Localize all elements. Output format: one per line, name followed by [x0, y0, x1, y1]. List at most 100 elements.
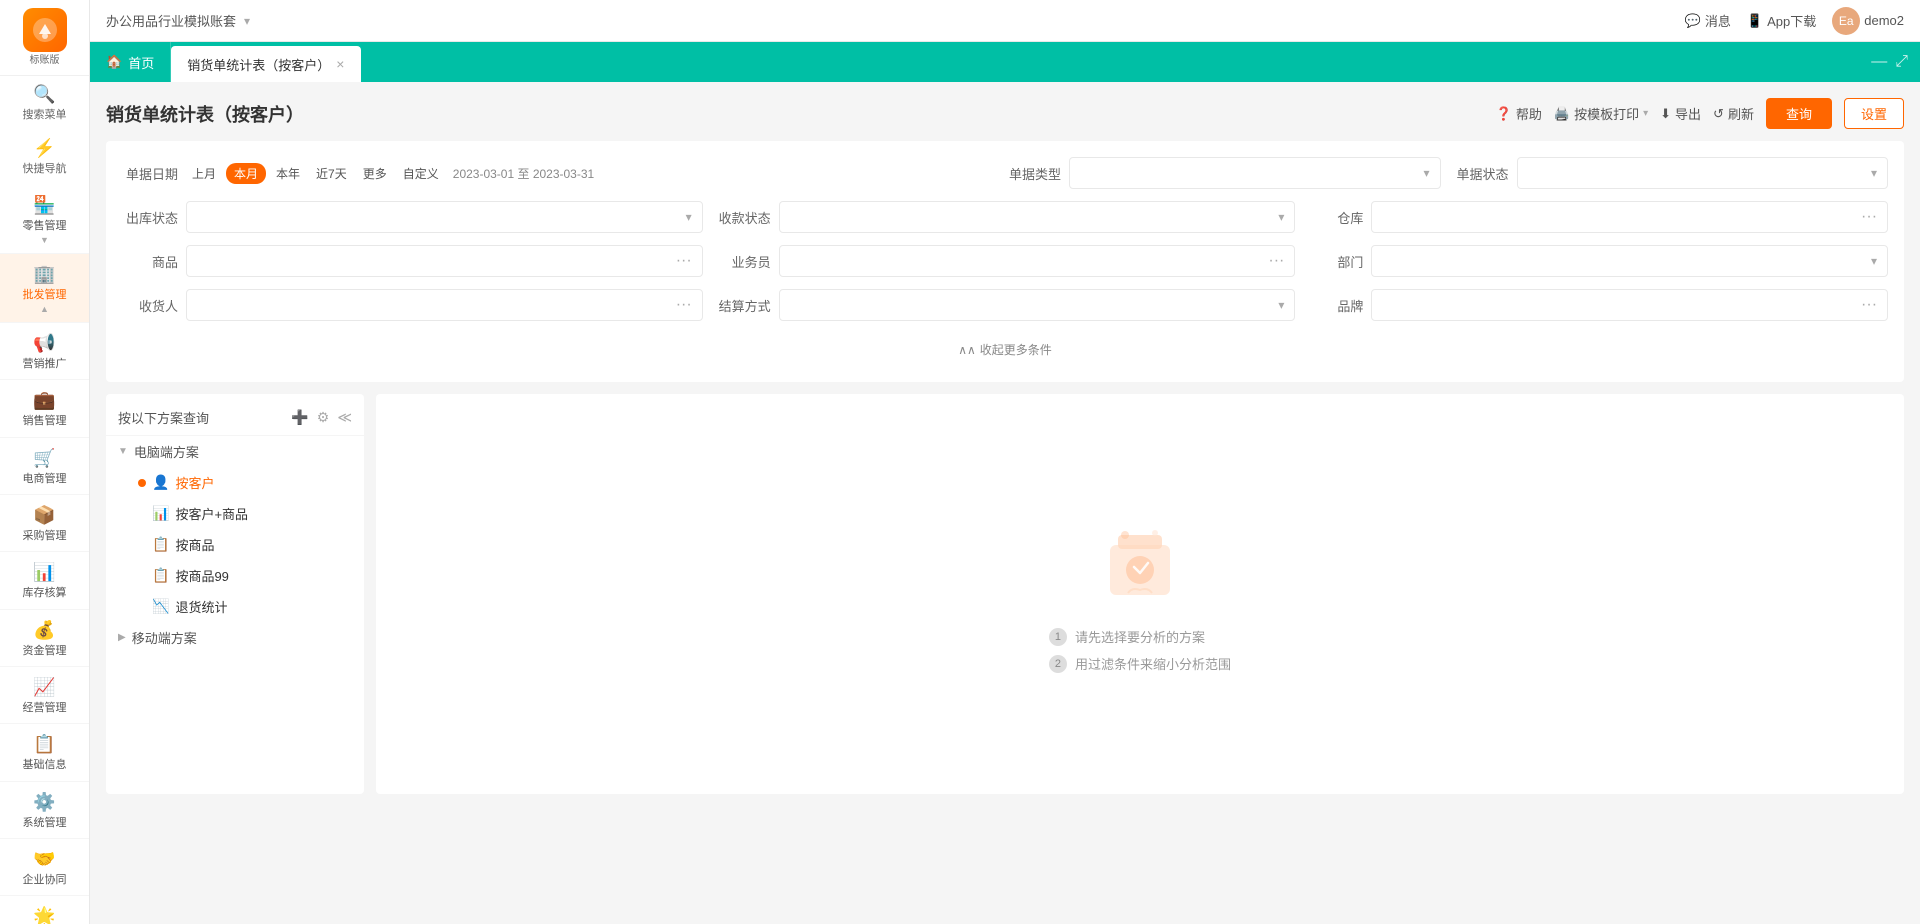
add-scheme-button[interactable]: ➕: [291, 409, 308, 426]
sidebar-item-marketing[interactable]: 📢 营销推广: [0, 323, 89, 380]
message-button[interactable]: 💬 消息: [1685, 11, 1731, 30]
receiver-select[interactable]: ···: [186, 289, 703, 321]
print-icon: 🖨️: [1554, 106, 1570, 122]
sidebar-item-finance[interactable]: 💰 资金管理: [0, 610, 89, 667]
settings-scheme-button[interactable]: ⚙: [317, 409, 330, 426]
query-button[interactable]: 查询: [1766, 98, 1832, 129]
date-filter-control[interactable]: 上月 本月 本年 近7天 更多 自定义 2023-03-01 至 2023-03…: [186, 163, 993, 184]
tree-group-mobile[interactable]: ▶ 移动端方案: [106, 622, 364, 653]
search-icon: 🔍: [33, 84, 55, 105]
sidebar-item-basic[interactable]: 📋 基础信息: [0, 724, 89, 781]
outstatus-select[interactable]: ▾: [186, 201, 703, 233]
help-icon: ❓: [1496, 106, 1512, 122]
collapse-bar[interactable]: ∧∧ 收起更多条件: [122, 333, 1888, 366]
page-actions: ❓ 帮助 🖨️ 按模板打印 ▾ ⬇ 导出 ↺ 刷新: [1496, 98, 1904, 129]
tree-item-by-customer[interactable]: 👤 按客户: [126, 467, 364, 498]
sidebar-item-stock[interactable]: 📊 库存核算: [0, 552, 89, 609]
collapse-panel-button[interactable]: ≪: [337, 409, 352, 426]
hint-num-1: 1: [1049, 628, 1067, 646]
goods-more-icon[interactable]: ···: [676, 252, 692, 270]
sidebar-item-operation[interactable]: 📈 经营管理: [0, 667, 89, 724]
sidebar-item-enterprise[interactable]: 🤝 企业协同: [0, 839, 89, 896]
sidebar-item-sales[interactable]: 💼 销售管理: [0, 380, 89, 437]
date-tab-more[interactable]: 更多: [357, 163, 393, 184]
warehouse-more-icon[interactable]: ···: [1861, 208, 1877, 226]
status-label: 单据状态: [1453, 164, 1509, 183]
sidebar-search-item[interactable]: 🔍 搜索菜单: [0, 76, 89, 130]
date-tab-custom[interactable]: 自定义: [397, 163, 445, 184]
refresh-button[interactable]: ↺ 刷新: [1713, 104, 1754, 123]
body-area: 按以下方案查询 ➕ ⚙ ≪ ▼ 电脑端方案: [106, 394, 1904, 794]
filter-status-item: 单据状态 ▾: [1453, 157, 1889, 189]
sidebar-item-ecommerce[interactable]: 🛒 电商管理: [0, 438, 89, 495]
home-icon: 🏠: [106, 54, 122, 70]
tree-item-by-customer-goods[interactable]: 📊 按客户+商品: [126, 498, 364, 529]
tab-close-button[interactable]: ×: [336, 56, 344, 72]
empty-state: 1 请先选择要分析的方案 2 用过滤条件来缩小分析范围: [1049, 455, 1231, 733]
message-label: 消息: [1705, 11, 1731, 30]
nav-icon: ⚡: [33, 138, 55, 159]
print-button[interactable]: 🖨️ 按模板打印 ▾: [1554, 104, 1648, 123]
goods-select[interactable]: ···: [186, 245, 703, 277]
tab-maximize-button[interactable]: ⤢: [1895, 53, 1908, 71]
basic-icon: 📋: [33, 734, 55, 755]
app-download-button[interactable]: 📱 App下载: [1747, 11, 1816, 30]
date-tab-this-year[interactable]: 本年: [270, 163, 306, 184]
active-indicator: [138, 479, 146, 487]
receiver-more-icon[interactable]: ···: [676, 296, 692, 314]
dept-select[interactable]: ▾: [1371, 245, 1888, 277]
sidebar-quicknav-label: 快捷导航: [23, 162, 67, 176]
outstatus-label: 出库状态: [122, 208, 178, 227]
filter-payment-item: 收款状态 ▾: [715, 201, 1296, 233]
sidebar-item-system[interactable]: ⚙️ 系统管理: [0, 782, 89, 839]
status-select[interactable]: ▾: [1517, 157, 1889, 189]
system-icon: ⚙️: [33, 792, 55, 813]
tree-item-by-goods[interactable]: 📋 按商品: [126, 529, 364, 560]
empty-hints: 1 请先选择要分析的方案 2 用过滤条件来缩小分析范围: [1049, 627, 1231, 673]
sidebar-item-newbie[interactable]: 🌟 新手引导: [0, 896, 89, 924]
page-title: 销货单统计表（按客户）: [106, 101, 304, 127]
sidebar-quicknav-item[interactable]: ⚡ 快捷导航: [0, 130, 89, 184]
salesperson-more-icon[interactable]: ···: [1268, 252, 1284, 270]
date-range-display: 2023-03-01 至 2023-03-31: [453, 165, 594, 182]
collapse-label: ∧∧ 收起更多条件: [958, 341, 1052, 358]
tab-minimize-button[interactable]: —: [1871, 53, 1887, 71]
dept-chevron-icon: ▾: [1871, 254, 1877, 268]
sidebar-nav: 🏪 零售管理 ▼ 🏢 批发管理 ▲ 📢 营销推广 💼 销售管理 🛒 电商管理 📦…: [0, 185, 89, 924]
brand-select[interactable]: ···: [1371, 289, 1888, 321]
salesperson-select[interactable]: ···: [779, 245, 1296, 277]
tree-group-pc[interactable]: ▼ 电脑端方案: [106, 436, 364, 467]
purchase-icon: 📦: [33, 505, 55, 526]
type-select[interactable]: ▾: [1069, 157, 1441, 189]
main-area: 办公用品行业模拟账套 ▾ 💬 消息 📱 App下载 Ea demo2 🏠 首页: [90, 0, 1920, 924]
outstatus-chevron-icon: ▾: [686, 210, 692, 224]
breadcrumb: 办公用品行业模拟账套: [106, 11, 236, 30]
sidebar-item-wholesale[interactable]: 🏢 批发管理 ▲: [0, 254, 89, 323]
tab-home-label: 首页: [128, 53, 154, 72]
help-button[interactable]: ❓ 帮助: [1496, 104, 1542, 123]
tab-sales-stats[interactable]: 销货单统计表（按客户） ×: [171, 46, 361, 82]
settlement-chevron-icon: ▾: [1278, 298, 1284, 312]
date-tab-7days[interactable]: 近7天: [310, 163, 353, 184]
export-button[interactable]: ⬇ 导出: [1660, 104, 1701, 123]
date-tab-last-month[interactable]: 上月: [186, 163, 222, 184]
message-icon: 💬: [1685, 13, 1701, 29]
logo-text: 标账版: [30, 54, 60, 67]
sidebar-item-purchase[interactable]: 📦 采购管理: [0, 495, 89, 552]
hint-text-2: 用过滤条件来缩小分析范围: [1075, 654, 1231, 673]
tree-item-by-goods-99[interactable]: 📋 按商品99: [126, 560, 364, 591]
chart-icon: 📊: [152, 505, 169, 522]
warehouse-select[interactable]: ···: [1371, 201, 1888, 233]
tree-item-return-stats[interactable]: 📉 退货统计: [126, 591, 364, 622]
user-menu-button[interactable]: Ea demo2: [1832, 7, 1904, 35]
settlement-select[interactable]: ▾: [779, 289, 1296, 321]
sidebar-item-retail[interactable]: 🏪 零售管理 ▼: [0, 185, 89, 254]
payment-select[interactable]: ▾: [779, 201, 1296, 233]
tree-expand-icon: ▼: [118, 446, 128, 457]
date-tab-this-month[interactable]: 本月: [226, 163, 266, 184]
settings-button[interactable]: 设置: [1844, 98, 1904, 129]
date-tabs: 上月 本月 本年 近7天 更多 自定义: [186, 163, 445, 184]
brand-more-icon[interactable]: ···: [1861, 296, 1877, 314]
sidebar-logo[interactable]: 标账版: [0, 0, 89, 76]
tab-home[interactable]: 🏠 首页: [90, 42, 171, 82]
